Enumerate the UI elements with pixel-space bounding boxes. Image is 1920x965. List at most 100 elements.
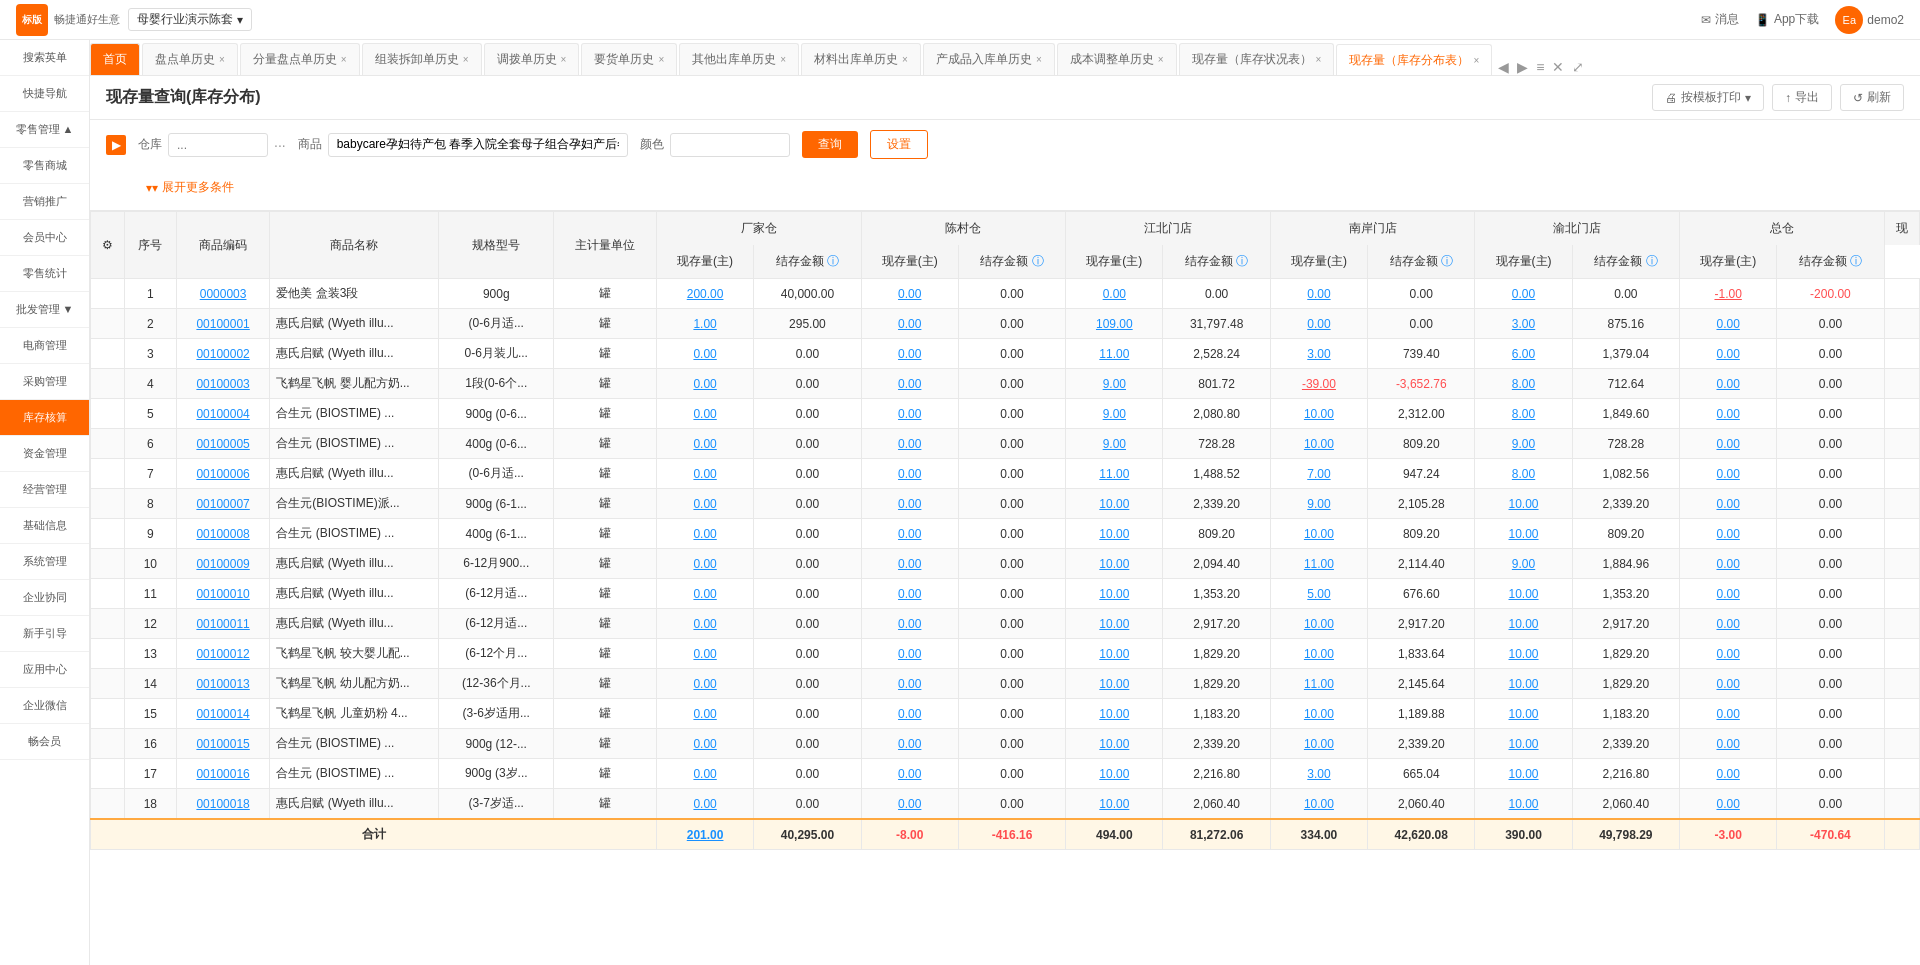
tab-close-5[interactable]: × — [658, 54, 664, 65]
cell-jiangbei-qty[interactable]: 10.00 — [1066, 669, 1163, 699]
cell-yubei-qty[interactable]: 10.00 — [1475, 489, 1572, 519]
cell-factory-qty[interactable]: 0.00 — [657, 549, 754, 579]
cell-code[interactable]: 00100004 — [176, 399, 269, 429]
sidebar-item-vip[interactable]: 畅会员 — [0, 724, 89, 760]
cell-chen-qty[interactable]: 0.00 — [861, 789, 958, 820]
cell-yubei-qty[interactable]: 10.00 — [1475, 789, 1572, 820]
cell-jiangbei-qty[interactable]: 0.00 — [1066, 279, 1163, 309]
cell-yubei-qty[interactable]: 9.00 — [1475, 429, 1572, 459]
cell-zong-qty[interactable]: 0.00 — [1680, 309, 1777, 339]
cell-yubei-qty[interactable]: 10.00 — [1475, 699, 1572, 729]
cell-nanan-qty[interactable]: 3.00 — [1270, 339, 1367, 369]
tab-other-outbound[interactable]: 其他出库单历史 × — [679, 43, 799, 75]
cell-yubei-qty[interactable]: 9.00 — [1475, 549, 1572, 579]
cell-chen-qty[interactable]: 0.00 — [861, 549, 958, 579]
cell-factory-qty[interactable]: 200.00 — [657, 279, 754, 309]
tab-requisition[interactable]: 要货单历史 × — [581, 43, 677, 75]
cell-zong-qty[interactable]: 0.00 — [1680, 549, 1777, 579]
sidebar-item-quicknav[interactable]: 快捷导航 — [0, 76, 89, 112]
cell-nanan-qty[interactable]: 11.00 — [1270, 549, 1367, 579]
cell-code[interactable]: 00100001 — [176, 309, 269, 339]
cell-zong-qty[interactable]: 0.00 — [1680, 699, 1777, 729]
cell-code[interactable]: 00100009 — [176, 549, 269, 579]
cell-chen-qty[interactable]: 0.00 — [861, 309, 958, 339]
cell-zong-qty[interactable]: -1.00 — [1680, 279, 1777, 309]
cell-factory-qty[interactable]: 0.00 — [657, 489, 754, 519]
cell-zong-qty[interactable]: 0.00 — [1680, 489, 1777, 519]
tab-prev[interactable]: ◀ — [1494, 59, 1513, 75]
cell-code[interactable]: 00100003 — [176, 369, 269, 399]
tab-close-2[interactable]: × — [341, 54, 347, 65]
cell-chen-qty[interactable]: 0.00 — [861, 399, 958, 429]
cell-factory-qty[interactable]: 1.00 — [657, 309, 754, 339]
tab-material-out[interactable]: 材料出库单历史 × — [801, 43, 921, 75]
sidebar-item-enterprise-wechat[interactable]: 企业微信 — [0, 688, 89, 724]
cell-jiangbei-qty[interactable]: 9.00 — [1066, 429, 1163, 459]
cell-factory-qty[interactable]: 0.00 — [657, 579, 754, 609]
cell-chen-qty[interactable]: 0.00 — [861, 669, 958, 699]
sidebar-item-ecommerce[interactable]: 电商管理 — [0, 328, 89, 364]
cell-code[interactable]: 00100013 — [176, 669, 269, 699]
tab-close-4[interactable]: × — [561, 54, 567, 65]
cell-nanan-qty[interactable]: -39.00 — [1270, 369, 1367, 399]
goods-input[interactable] — [328, 133, 628, 157]
sidebar-item-wholesale[interactable]: 批发管理 ▼ — [0, 292, 89, 328]
cell-chen-qty[interactable]: 0.00 — [861, 759, 958, 789]
refresh-button[interactable]: ↺ 刷新 — [1840, 84, 1904, 111]
tab-close-11[interactable]: × — [1473, 55, 1479, 66]
cell-factory-qty[interactable]: 0.00 — [657, 399, 754, 429]
cell-code[interactable]: 00100007 — [176, 489, 269, 519]
cell-yubei-qty[interactable]: 10.00 — [1475, 519, 1572, 549]
tab-inventory-status[interactable]: 现存量（库存状况表） × — [1179, 43, 1335, 75]
cell-zong-qty[interactable]: 0.00 — [1680, 609, 1777, 639]
cell-factory-qty[interactable]: 0.00 — [657, 639, 754, 669]
cell-nanan-qty[interactable]: 10.00 — [1270, 399, 1367, 429]
sidebar-item-purchase[interactable]: 采购管理 — [0, 364, 89, 400]
cell-jiangbei-qty[interactable]: 10.00 — [1066, 699, 1163, 729]
cell-jiangbei-qty[interactable]: 10.00 — [1066, 789, 1163, 820]
sidebar-item-marketing[interactable]: 营销推广 — [0, 184, 89, 220]
cell-code[interactable]: 00100014 — [176, 699, 269, 729]
settings-button[interactable]: 设置 — [870, 130, 928, 159]
expand-arrow[interactable]: ▶ — [106, 135, 126, 155]
tab-partial-check[interactable]: 分量盘点单历史 × — [240, 43, 360, 75]
sidebar-item-operations[interactable]: 经营管理 — [0, 472, 89, 508]
sidebar-item-appcenter[interactable]: 应用中心 — [0, 652, 89, 688]
tab-cost-adjust[interactable]: 成本调整单历史 × — [1057, 43, 1177, 75]
cell-jiangbei-qty[interactable]: 9.00 — [1066, 399, 1163, 429]
cell-jiangbei-qty[interactable]: 9.00 — [1066, 369, 1163, 399]
cell-factory-qty[interactable]: 0.00 — [657, 789, 754, 820]
cell-code[interactable]: 00100010 — [176, 579, 269, 609]
tab-close-10[interactable]: × — [1316, 54, 1322, 65]
cell-chen-qty[interactable]: 0.00 — [861, 279, 958, 309]
sidebar-item-member[interactable]: 会员中心 — [0, 220, 89, 256]
cell-zong-qty[interactable]: 0.00 — [1680, 669, 1777, 699]
tab-inventory-dist[interactable]: 现存量（库存分布表） × — [1336, 44, 1492, 76]
cell-chen-qty[interactable]: 0.00 — [861, 579, 958, 609]
tab-close-7[interactable]: × — [902, 54, 908, 65]
sidebar-item-finance[interactable]: 资金管理 — [0, 436, 89, 472]
tab-product-in[interactable]: 产成品入库单历史 × — [923, 43, 1055, 75]
cell-factory-qty[interactable]: 0.00 — [657, 669, 754, 699]
cell-code[interactable]: 00100002 — [176, 339, 269, 369]
sidebar-item-retail-stats[interactable]: 零售统计 — [0, 256, 89, 292]
cell-jiangbei-qty[interactable]: 10.00 — [1066, 639, 1163, 669]
cell-chen-qty[interactable]: 0.00 — [861, 729, 958, 759]
cell-jiangbei-qty[interactable]: 10.00 — [1066, 729, 1163, 759]
cell-code[interactable]: 00100011 — [176, 609, 269, 639]
cell-jiangbei-qty[interactable]: 10.00 — [1066, 549, 1163, 579]
tab-close-all[interactable]: ✕ — [1548, 59, 1568, 75]
warehouse-more-icon[interactable]: ··· — [274, 137, 286, 153]
cell-code[interactable]: 0000003 — [176, 279, 269, 309]
sidebar-item-system[interactable]: 系统管理 — [0, 544, 89, 580]
cell-factory-qty[interactable]: 0.00 — [657, 369, 754, 399]
tab-home[interactable]: 首页 — [90, 43, 140, 75]
cell-yubei-qty[interactable]: 10.00 — [1475, 579, 1572, 609]
cell-zong-qty[interactable]: 0.00 — [1680, 729, 1777, 759]
cell-yubei-qty[interactable]: 8.00 — [1475, 459, 1572, 489]
cell-yubei-qty[interactable]: 6.00 — [1475, 339, 1572, 369]
cell-jiangbei-qty[interactable]: 109.00 — [1066, 309, 1163, 339]
warehouse-input[interactable] — [168, 133, 268, 157]
tab-transfer[interactable]: 调拨单历史 × — [484, 43, 580, 75]
tab-close-8[interactable]: × — [1036, 54, 1042, 65]
